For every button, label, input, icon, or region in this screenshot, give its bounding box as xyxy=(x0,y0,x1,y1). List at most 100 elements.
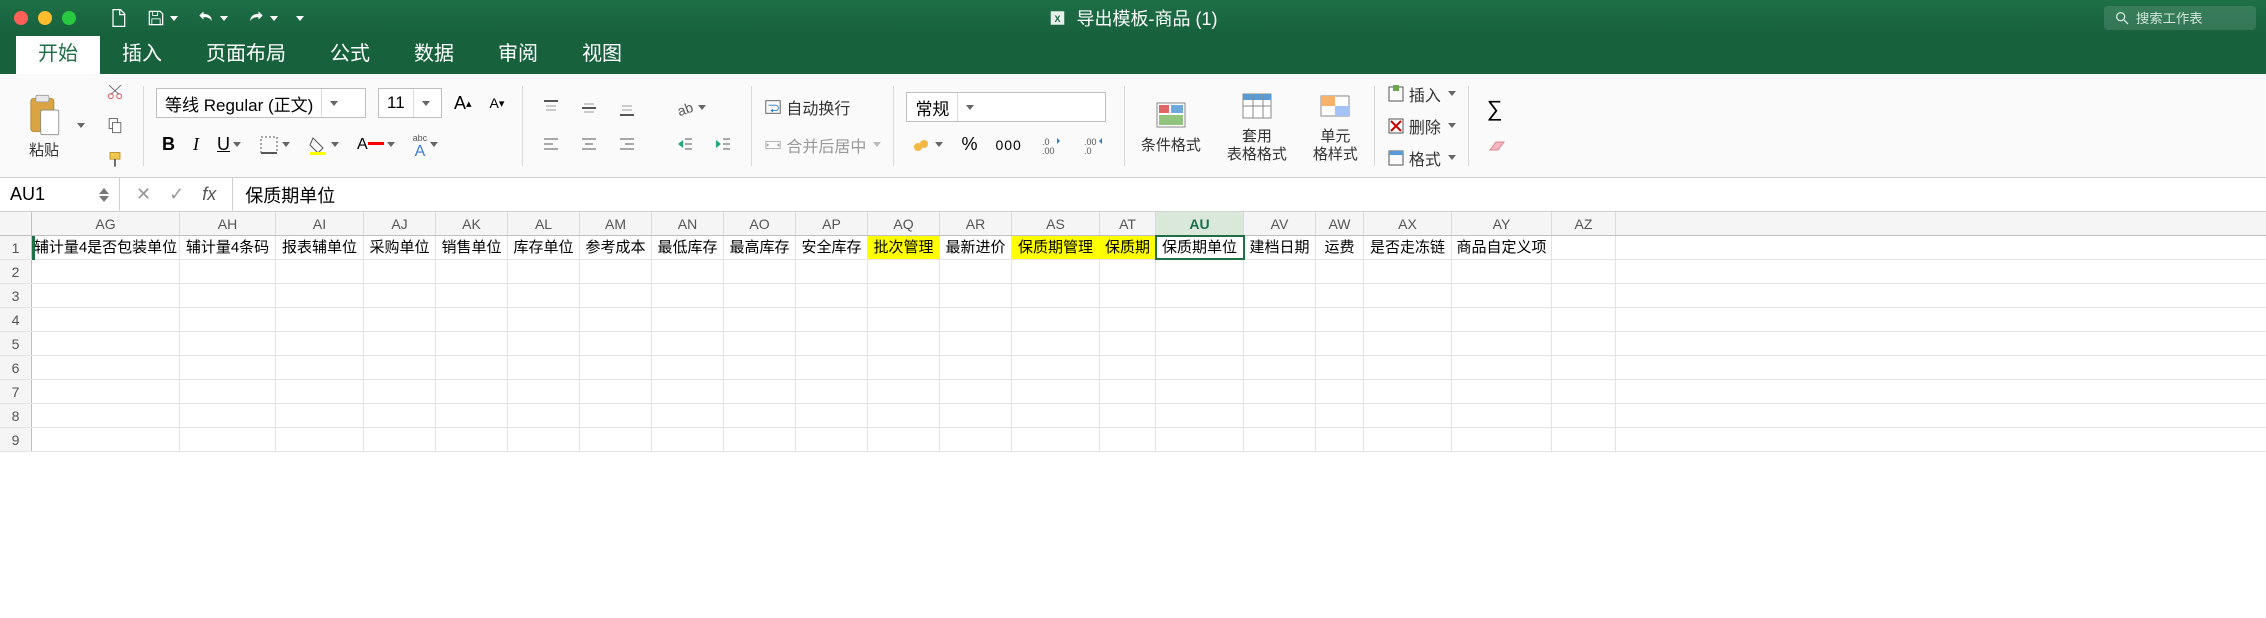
cell-AR4[interactable] xyxy=(940,308,1012,331)
cell-AR9[interactable] xyxy=(940,428,1012,451)
cell-AG3[interactable] xyxy=(32,284,180,307)
cell-AW4[interactable] xyxy=(1316,308,1364,331)
cell-AT1[interactable]: 保质期 xyxy=(1100,236,1156,259)
row-header-9[interactable]: 9 xyxy=(0,428,32,451)
zoom-window-icon[interactable] xyxy=(62,11,76,25)
cell-AV2[interactable] xyxy=(1244,260,1316,283)
clear-button[interactable] xyxy=(1481,132,1515,160)
cell-AL7[interactable] xyxy=(508,380,580,403)
cell-AJ4[interactable] xyxy=(364,308,436,331)
cell-AW6[interactable] xyxy=(1316,356,1364,379)
cell-AO6[interactable] xyxy=(724,356,796,379)
cell-AK9[interactable] xyxy=(436,428,508,451)
cell-AJ2[interactable] xyxy=(364,260,436,283)
cell-AT9[interactable] xyxy=(1100,428,1156,451)
cell-AS4[interactable] xyxy=(1012,308,1100,331)
align-middle-button[interactable] xyxy=(573,94,605,122)
cell-AR7[interactable] xyxy=(940,380,1012,403)
row-header-6[interactable]: 6 xyxy=(0,356,32,379)
col-header-AQ[interactable]: AQ xyxy=(868,212,940,235)
cell-AS8[interactable] xyxy=(1012,404,1100,427)
cell-AG8[interactable] xyxy=(32,404,180,427)
cell-AX1[interactable]: 是否走冻链 xyxy=(1364,236,1452,259)
cell-AN3[interactable] xyxy=(652,284,724,307)
cell-AK4[interactable] xyxy=(436,308,508,331)
cell-AP4[interactable] xyxy=(796,308,868,331)
cell-AU8[interactable] xyxy=(1156,404,1244,427)
cell-AK6[interactable] xyxy=(436,356,508,379)
name-box[interactable] xyxy=(0,178,120,211)
cell-AU4[interactable] xyxy=(1156,308,1244,331)
cell-AL2[interactable] xyxy=(508,260,580,283)
fill-color-button[interactable] xyxy=(302,131,345,159)
cell-AL6[interactable] xyxy=(508,356,580,379)
qat-save[interactable] xyxy=(146,8,178,28)
cell-AO9[interactable] xyxy=(724,428,796,451)
cell-AX5[interactable] xyxy=(1364,332,1452,355)
insert-cells-button[interactable]: 插入 xyxy=(1387,82,1456,106)
cell-AJ8[interactable] xyxy=(364,404,436,427)
cell-AZ7[interactable] xyxy=(1552,380,1616,403)
cell-AY1[interactable]: 商品自定义项 xyxy=(1452,236,1552,259)
cell-styles-button[interactable]: 单元 格样式 xyxy=(1309,86,1362,165)
cell-AI8[interactable] xyxy=(276,404,364,427)
cell-AN8[interactable] xyxy=(652,404,724,427)
cell-AM6[interactable] xyxy=(580,356,652,379)
cell-AL8[interactable] xyxy=(508,404,580,427)
increase-decimal-button[interactable]: .0.00 xyxy=(1034,131,1070,159)
cell-AK5[interactable] xyxy=(436,332,508,355)
cell-AL5[interactable] xyxy=(508,332,580,355)
cell-AP6[interactable] xyxy=(796,356,868,379)
cell-AU1[interactable]: 保质期单位 xyxy=(1156,236,1244,259)
cancel-formula-icon[interactable]: ✕ xyxy=(136,184,151,205)
col-header-AP[interactable]: AP xyxy=(796,212,868,235)
cell-AH4[interactable] xyxy=(180,308,276,331)
cell-AJ7[interactable] xyxy=(364,380,436,403)
cell-AT2[interactable] xyxy=(1100,260,1156,283)
cell-AG2[interactable] xyxy=(32,260,180,283)
cell-AM5[interactable] xyxy=(580,332,652,355)
cell-AK8[interactable] xyxy=(436,404,508,427)
row-header-5[interactable]: 5 xyxy=(0,332,32,355)
conditional-format-button[interactable]: 条件格式 xyxy=(1137,95,1205,156)
search-sheet[interactable] xyxy=(2104,6,2256,30)
phonetic-guide-button[interactable]: abcA xyxy=(407,126,445,163)
currency-button[interactable] xyxy=(906,131,949,159)
cell-AT7[interactable] xyxy=(1100,380,1156,403)
fx-icon[interactable]: fx xyxy=(202,184,216,205)
cell-AG6[interactable] xyxy=(32,356,180,379)
cell-AX6[interactable] xyxy=(1364,356,1452,379)
cell-AO7[interactable] xyxy=(724,380,796,403)
cell-AL1[interactable]: 库存单位 xyxy=(508,236,580,259)
cell-AW3[interactable] xyxy=(1316,284,1364,307)
col-header-AW[interactable]: AW xyxy=(1316,212,1364,235)
cell-AX3[interactable] xyxy=(1364,284,1452,307)
cell-AK1[interactable]: 销售单位 xyxy=(436,236,508,259)
cell-AY5[interactable] xyxy=(1452,332,1552,355)
cell-AK3[interactable] xyxy=(436,284,508,307)
cell-AH7[interactable] xyxy=(180,380,276,403)
cell-AY4[interactable] xyxy=(1452,308,1552,331)
cell-AP8[interactable] xyxy=(796,404,868,427)
cell-AI9[interactable] xyxy=(276,428,364,451)
cell-AR3[interactable] xyxy=(940,284,1012,307)
font-name-select[interactable]: 等线 Regular (正文) xyxy=(156,88,366,118)
cell-AO1[interactable]: 最高库存 xyxy=(724,236,796,259)
cell-AH1[interactable]: 辅计量4条码 xyxy=(180,236,276,259)
formula-value[interactable]: 保质期单位 xyxy=(233,182,335,208)
percent-button[interactable]: % xyxy=(955,130,983,159)
col-header-AZ[interactable]: AZ xyxy=(1552,212,1616,235)
format-as-table-button[interactable]: 套用 表格格式 xyxy=(1223,86,1291,165)
align-center-button[interactable] xyxy=(573,130,605,158)
font-size-select[interactable]: 11 xyxy=(378,88,442,118)
bold-button[interactable]: B xyxy=(156,130,181,159)
select-all-corner[interactable] xyxy=(0,212,32,235)
cell-AQ2[interactable] xyxy=(868,260,940,283)
cell-AT4[interactable] xyxy=(1100,308,1156,331)
cell-AS6[interactable] xyxy=(1012,356,1100,379)
col-header-AK[interactable]: AK xyxy=(436,212,508,235)
cell-AQ3[interactable] xyxy=(868,284,940,307)
col-header-AO[interactable]: AO xyxy=(724,212,796,235)
qat-undo[interactable] xyxy=(196,8,228,28)
cell-AT3[interactable] xyxy=(1100,284,1156,307)
